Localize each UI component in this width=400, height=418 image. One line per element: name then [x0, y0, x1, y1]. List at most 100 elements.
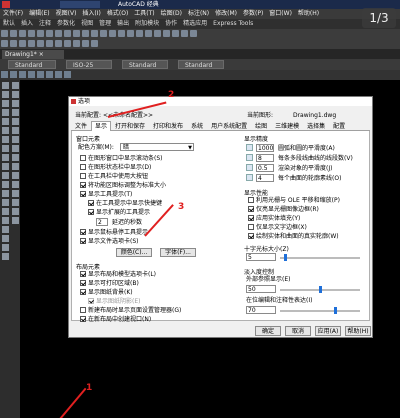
layer-icon[interactable]: [19, 71, 26, 78]
checkbox-icon[interactable]: [80, 229, 86, 235]
save-icon[interactable]: [19, 30, 26, 37]
ribbon-tab-addins[interactable]: 附加模块: [132, 19, 162, 29]
spline-icon[interactable]: [2, 154, 9, 161]
delay-seconds-input[interactable]: 2: [96, 218, 108, 226]
stretch-icon[interactable]: [12, 154, 19, 161]
color-icon[interactable]: [46, 40, 53, 47]
menu-dimension[interactable]: 标注(N): [185, 9, 212, 19]
autocad-logo-icon[interactable]: [2, 1, 10, 8]
polyline-icon[interactable]: [2, 100, 9, 107]
menu-edit[interactable]: 编辑(E): [26, 9, 52, 19]
point-icon[interactable]: [2, 199, 9, 206]
break-icon[interactable]: [12, 181, 19, 188]
crosshair-slider-thumb[interactable]: [284, 254, 287, 261]
markup-icon[interactable]: [172, 30, 179, 37]
xref-fade-slider[interactable]: [280, 286, 360, 293]
ribbon-tab-annotate[interactable]: 注释: [36, 19, 54, 29]
layer-icon[interactable]: [55, 71, 62, 78]
menu-parametric[interactable]: 参数(P): [240, 9, 266, 19]
cut-icon[interactable]: [46, 30, 53, 37]
ribbon-tab-featured[interactable]: 精选应用: [180, 19, 210, 29]
checkbox-icon[interactable]: [88, 209, 94, 215]
undo-icon[interactable]: [82, 30, 89, 37]
apply-button[interactable]: 应用(A): [315, 326, 341, 336]
insert-block-icon[interactable]: [2, 181, 9, 188]
join-icon[interactable]: [12, 190, 19, 197]
table-icon[interactable]: [2, 235, 9, 242]
mleader-style-select[interactable]: Standard: [178, 60, 224, 69]
arc-smoothness-input[interactable]: 1000: [256, 144, 274, 152]
checkbox-icon[interactable]: [248, 224, 254, 230]
tab-plot-publish[interactable]: 打印和发布: [149, 121, 187, 131]
document-tab-drawing1[interactable]: Drawing1* ×: [2, 50, 64, 59]
ellipse-icon[interactable]: [2, 163, 9, 170]
fillet-icon[interactable]: [12, 208, 19, 215]
table-style-select[interactable]: Standard: [122, 60, 168, 69]
check-ribbon-icons[interactable]: 将功能区图标调整为标准大小: [80, 182, 166, 189]
xref-slider-thumb[interactable]: [319, 286, 322, 293]
tab-drafting[interactable]: 绘图: [251, 121, 271, 131]
mtext-icon[interactable]: [2, 244, 9, 251]
tab-profiles[interactable]: 配置: [329, 121, 349, 131]
check-extended-tooltips[interactable]: 显示扩展的工具提示: [88, 209, 150, 216]
zoom-window-icon[interactable]: [118, 30, 125, 37]
properties-icon[interactable]: [136, 30, 143, 37]
linetype-icon[interactable]: [55, 40, 62, 47]
chamfer-icon[interactable]: [12, 199, 19, 206]
layer-icon[interactable]: [46, 71, 53, 78]
copy-object-icon[interactable]: [12, 91, 19, 98]
dim-style-select[interactable]: ISO-25: [66, 60, 112, 69]
dialog-title-bar[interactable]: 选项: [69, 97, 372, 106]
design-center-icon[interactable]: [145, 30, 152, 37]
check-pan-zoom-raster[interactable]: 利用光栅与 OLE 平移和缩放(P): [248, 197, 340, 204]
tool-palette-icon[interactable]: [154, 30, 161, 37]
polygon-icon[interactable]: [2, 109, 9, 116]
checkbox-icon[interactable]: [80, 289, 86, 295]
region-icon[interactable]: [2, 226, 9, 233]
check-text-boundary[interactable]: 仅显示文字边框(X): [248, 224, 307, 231]
checkbox-icon[interactable]: [88, 200, 94, 206]
layer-previous-icon[interactable]: [91, 40, 98, 47]
checkbox-icon[interactable]: [80, 191, 86, 197]
check-large-buttons[interactable]: 在工具栏中使用大按钮: [80, 173, 148, 180]
ribbon-tab-manage[interactable]: 管理: [96, 19, 114, 29]
rendered-smoothness-input[interactable]: 0.5: [256, 164, 274, 172]
hatch-icon[interactable]: [2, 208, 9, 215]
checkbox-icon[interactable]: [80, 271, 86, 277]
check-page-setup-manager[interactable]: 新建布局时显示页面设置管理器(G): [80, 307, 181, 314]
layer-icon[interactable]: [64, 71, 71, 78]
colors-button[interactable]: 颜色(C)...: [116, 248, 152, 257]
plot-style-icon[interactable]: [73, 40, 80, 47]
lock-icon[interactable]: [37, 40, 44, 47]
menu-modify[interactable]: 修改(M): [212, 9, 240, 19]
move-icon[interactable]: [12, 127, 19, 134]
layer-icon[interactable]: [28, 71, 35, 78]
check-shortcut-keys[interactable]: 在工具提示中显示快捷键: [88, 200, 162, 207]
checkbox-icon[interactable]: [80, 316, 86, 322]
offset-icon[interactable]: [12, 109, 19, 116]
check-tooltips[interactable]: 显示工具提示(T): [80, 191, 132, 198]
tab-3d-modeling[interactable]: 三维建模: [271, 121, 303, 131]
checkbox-icon[interactable]: [80, 280, 86, 286]
menu-view[interactable]: 视图(V): [53, 9, 80, 19]
ribbon-tab-home[interactable]: 默认: [0, 19, 18, 29]
check-printable-area[interactable]: 显示可打印区域(B): [80, 280, 139, 287]
ribbon-tab-view[interactable]: 视图: [78, 19, 96, 29]
help-icon[interactable]: [190, 30, 197, 37]
preview-icon[interactable]: [37, 30, 44, 37]
checkbox-icon[interactable]: [80, 182, 86, 188]
crosshair-size-slider[interactable]: [280, 254, 360, 261]
menu-file[interactable]: 文件(F): [0, 9, 26, 19]
sheet-set-icon[interactable]: [163, 30, 170, 37]
make-block-icon[interactable]: [2, 190, 9, 197]
check-scrollbars[interactable]: 在图形窗口中显示滚动条(S): [80, 155, 163, 162]
quick-access-toolbar[interactable]: [60, 1, 100, 8]
tab-open-save[interactable]: 打开和保存: [111, 121, 149, 131]
check-paper-background[interactable]: 显示图纸背景(K): [80, 289, 133, 296]
menu-insert[interactable]: 插入(I): [79, 9, 103, 19]
checkbox-icon[interactable]: [80, 307, 86, 313]
layer-state-icon[interactable]: [10, 40, 17, 47]
zoom-icon[interactable]: [109, 30, 116, 37]
array-icon[interactable]: [12, 118, 19, 125]
add-selected-icon[interactable]: [2, 253, 9, 260]
